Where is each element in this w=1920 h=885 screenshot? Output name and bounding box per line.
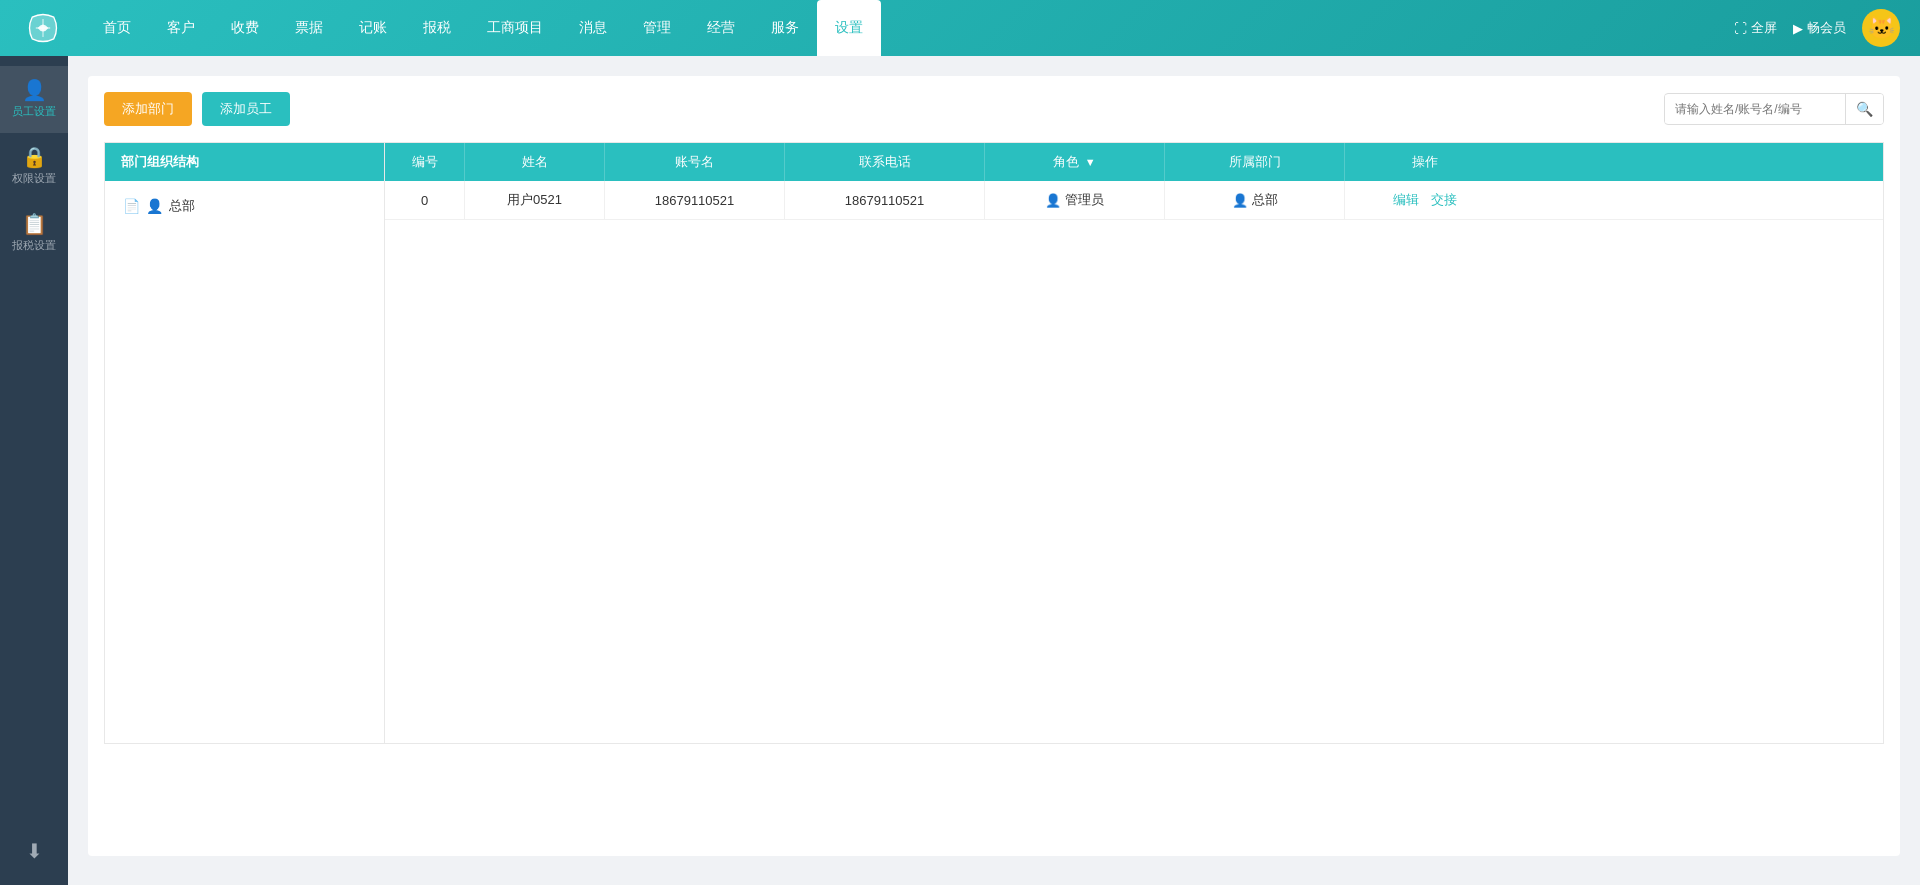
layout: 👤 员工设置 🔒 权限设置 📋 报税设置 ⬇ 添加部门 添加员工 [0,0,1920,885]
sidebar-download[interactable]: ⬇ [0,827,68,875]
sidebar-item-employee[interactable]: 👤 员工设置 [0,66,68,133]
dept-item-root[interactable]: 📄 👤 总部 [115,191,374,221]
dept-tree-header: 部门组织结构 [105,143,384,181]
role-label: 管理员 [1065,191,1104,209]
sidebar: 👤 员工设置 🔒 权限设置 📋 报税设置 ⬇ [0,56,68,885]
sidebar-bottom: ⬇ [0,827,68,885]
nav-customer[interactable]: 客户 [149,0,213,56]
dept-tree: 部门组织结构 📄 👤 总部 [105,143,385,743]
td-dept: 👤 总部 [1165,181,1345,219]
filter-icon: ▼ [1085,156,1096,168]
nav-business[interactable]: 工商项目 [469,0,561,56]
th-name: 姓名 [465,143,605,181]
nav-home[interactable]: 首页 [85,0,149,56]
search-box: 🔍 [1664,93,1884,125]
add-staff-button[interactable]: 添加员工 [202,92,290,126]
dept-tree-body: 📄 👤 总部 [105,181,384,231]
employee-table: 编号 姓名 账号名 联系电话 角色 ▼ 所属部门 操作 0 [385,143,1883,743]
th-phone: 联系电话 [785,143,985,181]
sidebar-item-tax-settings[interactable]: 📋 报税设置 [0,200,68,267]
nav-manage[interactable]: 管理 [625,0,689,56]
fullscreen-btn[interactable]: ⛶ 全屏 [1734,19,1777,37]
transfer-link[interactable]: 交接 [1431,191,1457,209]
toolbar: 添加部门 添加员工 🔍 [104,92,1884,126]
td-phone: 18679110521 [785,181,985,219]
search-icon: 🔍 [1856,101,1873,117]
dept-name: 总部 [169,197,195,215]
th-id: 编号 [385,143,465,181]
sidebar-item-permissions[interactable]: 🔒 权限设置 [0,133,68,200]
two-col-layout: 部门组织结构 📄 👤 总部 编号 姓名 账号 [104,142,1884,744]
dept-person-icon2: 👤 [1232,193,1248,208]
fullscreen-icon: ⛶ [1734,21,1747,36]
th-account: 账号名 [605,143,785,181]
th-dept: 所属部门 [1165,143,1345,181]
td-actions: 编辑 交接 [1345,181,1505,219]
table-row: 0 用户0521 18679110521 18679110521 👤 管理员 👤… [385,181,1883,220]
content-panel: 添加部门 添加员工 🔍 部门组织结构 📄 👤 [88,76,1900,856]
vip-btn[interactable]: ▶ 畅会员 [1793,19,1846,37]
top-nav: 首页 客户 收费 票据 记账 报税 工商项目 消息 管理 经营 服务 设置 ⛶ … [0,0,1920,56]
nav-fee[interactable]: 收费 [213,0,277,56]
file-icon: 📄 [123,198,140,214]
edit-link[interactable]: 编辑 [1393,191,1419,209]
table-header: 编号 姓名 账号名 联系电话 角色 ▼ 所属部门 操作 [385,143,1883,181]
dept-label: 总部 [1252,191,1278,209]
avatar[interactable]: 🐱 [1862,9,1900,47]
nav-items: 首页 客户 收费 票据 记账 报税 工商项目 消息 管理 经营 服务 设置 [85,0,1734,56]
nav-tax[interactable]: 报税 [405,0,469,56]
td-id: 0 [385,181,465,219]
main-content: 添加部门 添加员工 🔍 部门组织结构 📄 👤 [68,56,1920,885]
employee-icon: 👤 [22,80,47,100]
nav-bookkeeping[interactable]: 记账 [341,0,405,56]
role-person-icon: 👤 [1045,193,1061,208]
nav-settings[interactable]: 设置 [817,0,881,56]
td-role: 👤 管理员 [985,181,1165,219]
th-action: 操作 [1345,143,1505,181]
nav-message[interactable]: 消息 [561,0,625,56]
td-account: 18679110521 [605,181,785,219]
search-input[interactable] [1665,95,1845,123]
vip-icon: ▶ [1793,21,1803,36]
action-separator [1423,193,1427,208]
nav-service[interactable]: 服务 [753,0,817,56]
nav-operation[interactable]: 经营 [689,0,753,56]
logo[interactable] [10,0,75,56]
nav-right: ⛶ 全屏 ▶ 畅会员 🐱 [1734,9,1900,47]
td-name: 用户0521 [465,181,605,219]
nav-invoice[interactable]: 票据 [277,0,341,56]
th-role[interactable]: 角色 ▼ [985,143,1165,181]
lock-icon: 🔒 [22,147,47,167]
add-dept-button[interactable]: 添加部门 [104,92,192,126]
dept-person-icon: 👤 [146,198,163,214]
search-button[interactable]: 🔍 [1845,94,1883,124]
download-icon: ⬇ [26,841,43,861]
tax-settings-icon: 📋 [22,214,47,234]
